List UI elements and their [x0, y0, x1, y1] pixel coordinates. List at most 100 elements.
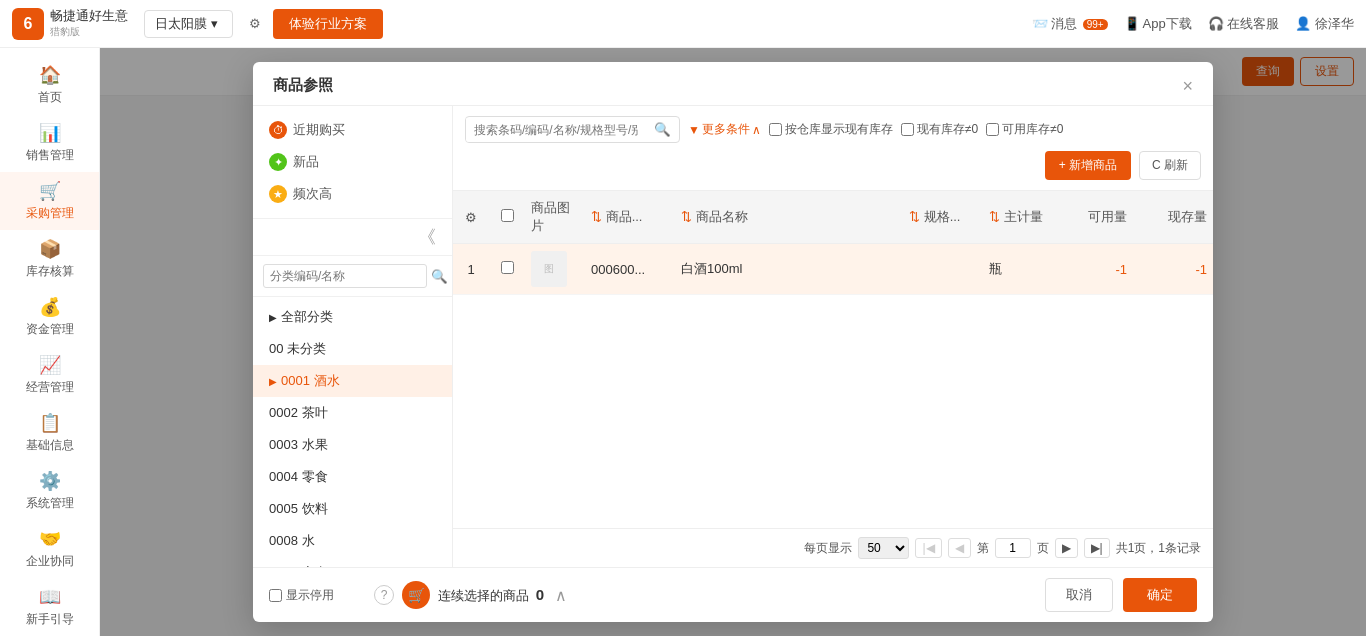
main-content-area: 查询 设置 商品参照 × — [100, 48, 1366, 636]
sidebar-label-operation: 经营管理 — [26, 379, 74, 396]
sidebar-item-base[interactable]: 📋 基础信息 — [0, 404, 99, 462]
checkbox-available[interactable] — [901, 123, 914, 136]
checkbox-available-label[interactable]: 现有库存≠0 — [901, 121, 978, 138]
page-last-btn[interactable]: ▶| — [1084, 538, 1110, 558]
cat-item-0002[interactable]: 0002 茶叶 — [253, 397, 452, 429]
panel-collapse-btn[interactable]: 《 — [253, 219, 452, 256]
sidebar-item-purchase[interactable]: 🛒 采购管理 — [0, 172, 99, 230]
checkbox-usable[interactable] — [986, 123, 999, 136]
cat-item-0001[interactable]: ▶ 0001 酒水 — [253, 365, 452, 397]
user-avatar[interactable]: 👤 徐泽华 — [1295, 15, 1354, 33]
refresh-btn[interactable]: C 刷新 — [1139, 151, 1201, 180]
category-panel: ⏱ 近期购买 ✦ 新品 ★ 频次高 — [253, 106, 453, 567]
cancel-button[interactable]: 取消 — [1045, 578, 1113, 612]
modal-close-button[interactable]: × — [1182, 77, 1193, 95]
sidebar-label-home: 首页 — [38, 89, 62, 106]
help-icon-btn[interactable]: ? — [374, 585, 394, 605]
sidebar-item-inventory[interactable]: 📦 库存核算 — [0, 230, 99, 288]
checkbox-warehouse-label[interactable]: 按仓库显示现有库存 — [769, 121, 893, 138]
page-label: 第 — [977, 540, 989, 557]
trial-btn[interactable]: 体验行业方案 — [273, 9, 383, 39]
cat-item-0008[interactable]: 0008 水 — [253, 525, 452, 557]
cat-item-all[interactable]: ▶ 全部分类 — [253, 301, 452, 333]
brand-sub: 猎豹版 — [50, 25, 128, 39]
footer-center: ? 🛒 连续选择的商品 0 ∧ — [374, 581, 567, 609]
cat-item-0005[interactable]: 0005 饮料 — [253, 493, 452, 525]
sidebar-item-finance[interactable]: 💰 资金管理 — [0, 288, 99, 346]
checkbox-warehouse[interactable] — [769, 123, 782, 136]
show-disabled-checkbox[interactable] — [269, 589, 282, 602]
show-disabled-label[interactable]: 显示停用 — [269, 587, 334, 604]
td-checkbox — [489, 244, 525, 295]
footer-collapse-btn[interactable]: ∧ — [555, 586, 567, 605]
row-checkbox[interactable] — [501, 261, 514, 274]
sidebar-item-enterprise[interactable]: 🤝 企业协同 — [0, 520, 99, 578]
per-page-select[interactable]: 50 10 20 100 — [858, 537, 909, 559]
new-icon: ✦ — [269, 153, 287, 171]
sidebar-item-home[interactable]: 🏠 首页 — [0, 56, 99, 114]
table-row[interactable]: 1 图 000600... 白酒100ml — [453, 244, 1213, 295]
page-next-btn[interactable]: ▶ — [1055, 538, 1078, 558]
page-number-input[interactable] — [995, 538, 1031, 558]
finance-icon: 💰 — [39, 296, 61, 318]
quick-item-frequent[interactable]: ★ 频次高 — [253, 178, 452, 210]
sidebar-item-operation[interactable]: 📈 经营管理 — [0, 346, 99, 404]
inventory-icon: 📦 — [39, 238, 61, 260]
cat-item-0003[interactable]: 0003 水果 — [253, 429, 452, 461]
th-code: ⇅ 商品... — [585, 191, 675, 244]
product-image-placeholder: 图 — [531, 251, 567, 287]
sidebar-item-sales[interactable]: 📊 销售管理 — [0, 114, 99, 172]
guide-icon: 📖 — [39, 586, 61, 608]
purchase-icon: 🛒 — [39, 180, 61, 202]
table-header-row: ⚙ 商品图片 ⇅ 商品... — [453, 191, 1213, 244]
quick-item-recent[interactable]: ⏱ 近期购买 — [253, 114, 452, 146]
page-first-btn[interactable]: |◀ — [915, 538, 941, 558]
filter-more-btn[interactable]: ▼ 更多条件 ∧ — [688, 121, 761, 138]
main-layout: 🏠 首页 📊 销售管理 🛒 采购管理 📦 库存核算 💰 资金管理 📈 经营管理 … — [0, 48, 1366, 636]
product-search-box: 🔍 — [465, 116, 680, 143]
brand-name: 畅捷通好生意 — [50, 8, 128, 25]
category-search-input[interactable] — [263, 264, 427, 288]
th-checkbox — [489, 191, 525, 244]
th-image: 商品图片 — [525, 191, 585, 244]
th-available: 可用量 — [1053, 191, 1133, 244]
td-spec — [903, 244, 983, 295]
quick-access-section: ⏱ 近期购买 ✦ 新品 ★ 频次高 — [253, 106, 452, 219]
td-available: -1 — [1053, 244, 1133, 295]
logo-area: 6 畅捷通好生意 猎豹版 — [12, 8, 128, 40]
freq-icon: ★ — [269, 185, 287, 203]
page-unit-label: 页 — [1037, 540, 1049, 557]
left-sidebar: 🏠 首页 📊 销售管理 🛒 采购管理 📦 库存核算 💰 资金管理 📈 经营管理 … — [0, 48, 100, 636]
warehouse-selector[interactable]: 日太阳膜 ▾ — [144, 10, 233, 38]
th-stock: 现存量 — [1133, 191, 1213, 244]
product-search-btn[interactable]: 🔍 — [646, 117, 679, 142]
page-prev-btn[interactable]: ◀ — [948, 538, 971, 558]
td-num: 1 — [453, 244, 489, 295]
quick-item-new[interactable]: ✦ 新品 — [253, 146, 452, 178]
cat-item-0004[interactable]: 0004 零食 — [253, 461, 452, 493]
settings-nav-btn[interactable]: ⚙ — [241, 10, 269, 37]
sidebar-label-inventory: 库存核算 — [26, 263, 74, 280]
cart-icon: 🛒 — [402, 581, 430, 609]
add-product-btn[interactable]: + 新增商品 — [1045, 151, 1131, 180]
checkbox-usable-label[interactable]: 可用库存≠0 — [986, 121, 1063, 138]
expand-arrow-icon: ▶ — [269, 312, 277, 323]
sort-icon-name: ⇅ — [681, 209, 692, 224]
select-all-checkbox[interactable] — [501, 209, 514, 222]
online-service-link[interactable]: 🎧 在线客服 — [1208, 15, 1280, 33]
chevron-down-icon: ▾ — [211, 16, 218, 31]
sidebar-item-guide[interactable]: 📖 新手引导 — [0, 578, 99, 636]
confirm-button[interactable]: 确定 — [1123, 578, 1197, 612]
sidebar-item-system[interactable]: ⚙️ 系统管理 — [0, 462, 99, 520]
modal-footer: 显示停用 ? 🛒 连续选择的商品 0 ∧ 取消 确定 — [253, 567, 1213, 622]
notifications-area[interactable]: 📨 消息 99+ — [1032, 15, 1108, 33]
cat-item-00[interactable]: 00 未分类 — [253, 333, 452, 365]
sidebar-label-enterprise: 企业协同 — [26, 553, 74, 570]
category-search-icon-btn[interactable]: 🔍 — [431, 269, 448, 284]
sidebar-label-purchase: 采购管理 — [26, 205, 74, 222]
app-download-link[interactable]: 📱 App下载 — [1124, 15, 1192, 33]
product-search-input[interactable] — [466, 118, 646, 142]
table-body: 1 图 000600... 白酒100ml — [453, 244, 1213, 295]
product-table-container: ⚙ 商品图片 ⇅ 商品... — [453, 191, 1213, 528]
cat-item-0010[interactable]: 0010 家电 — [253, 557, 452, 567]
